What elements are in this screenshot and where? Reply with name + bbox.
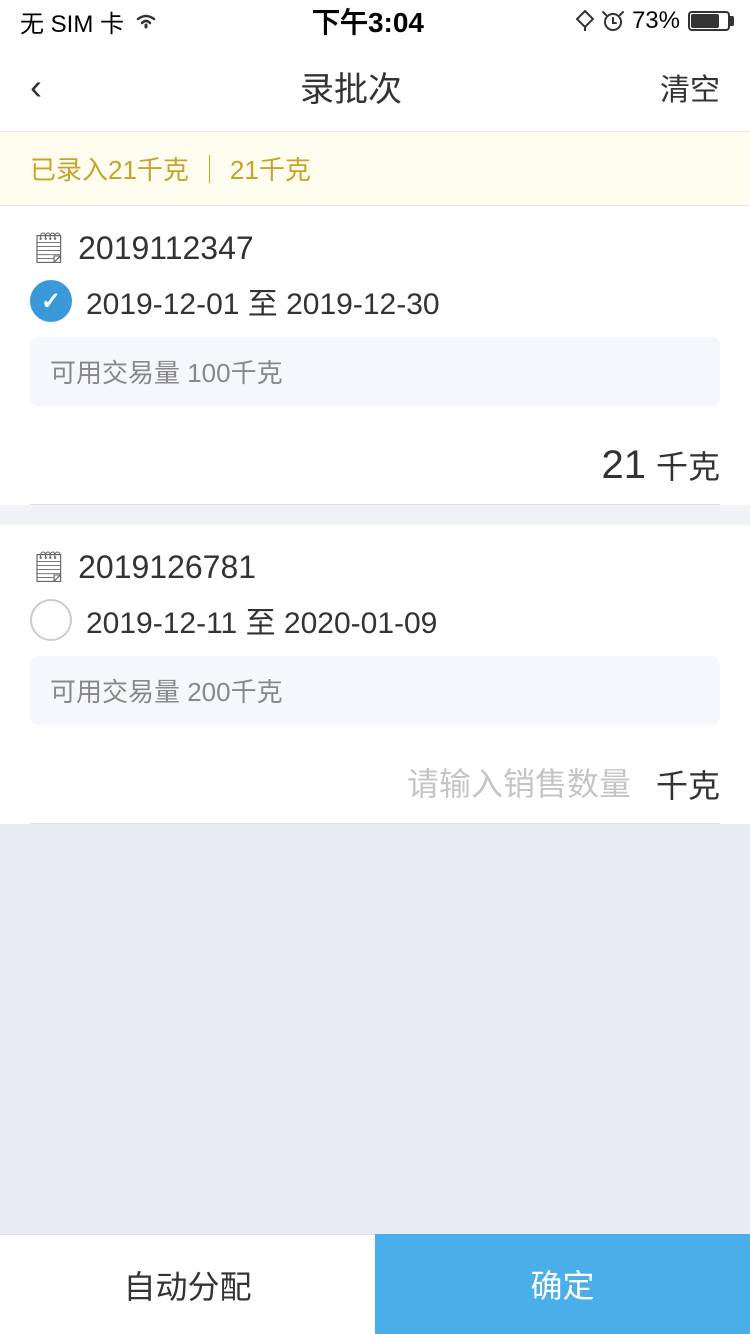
item-1-radio[interactable]: [30, 280, 72, 322]
status-left: 无 SIM 卡: [20, 4, 160, 39]
item-1-quantity-unit: 千克: [656, 442, 720, 488]
card-item-2: 🗒 2019126781 2019-12-11 至 2020-01-09 可用交…: [0, 525, 750, 824]
no-sim-text: 无 SIM 卡: [20, 4, 124, 39]
item-1-id: 2019112347: [78, 230, 254, 267]
auto-distribute-button[interactable]: 自动分配: [0, 1234, 375, 1334]
back-button[interactable]: ‹: [30, 66, 42, 108]
item-2-date-row[interactable]: 2019-12-11 至 2020-01-09: [30, 598, 720, 642]
nav-bar: ‹ 录批次 清空: [0, 42, 750, 132]
recorded-text: 已录入21千克: [30, 150, 189, 187]
info-divider: [209, 155, 210, 183]
item-1-date-row[interactable]: 2019-12-01 至 2019-12-30: [30, 279, 720, 323]
battery-percent: 73%: [632, 7, 680, 35]
wifi-icon: [132, 11, 160, 31]
card-item-1: 🗒 2019112347 2019-12-01 至 2019-12-30 可用交…: [0, 206, 750, 505]
total-text: 21千克: [230, 150, 311, 187]
status-bar: 无 SIM 卡 下午3:04 73%: [0, 0, 750, 42]
item-1-quantity-value: 21: [601, 443, 646, 488]
item-1-header: 🗒 2019112347: [30, 230, 720, 267]
status-time: 下午3:04: [312, 1, 424, 41]
location-icon: [576, 10, 594, 32]
item-2-input-unit: 千克: [656, 761, 720, 807]
item-1-available: 可用交易量 100千克: [30, 337, 720, 406]
item-1-quantity-row: 21 千克: [30, 426, 720, 505]
item-2-quantity-input[interactable]: [226, 766, 646, 803]
item-2-input-row[interactable]: 千克: [30, 745, 720, 824]
item-2-date: 2019-12-11 至 2020-01-09: [86, 598, 437, 642]
item-card-1: 🗒 2019112347 2019-12-01 至 2019-12-30 可用交…: [0, 206, 750, 505]
item-2-available: 可用交易量 200千克: [30, 656, 720, 725]
item-1-id-icon: 🗒: [30, 231, 68, 266]
section-divider-1: [0, 505, 750, 525]
status-right: 73%: [576, 7, 730, 35]
item-2-header: 🗒 2019126781: [30, 549, 720, 586]
item-2-radio[interactable]: [30, 599, 72, 641]
battery-icon: [688, 11, 730, 31]
empty-area: [0, 824, 750, 1244]
item-2-id: 2019126781: [78, 549, 256, 586]
item-1-date: 2019-12-01 至 2019-12-30: [86, 279, 440, 323]
info-bar: 已录入21千克 21千克: [0, 132, 750, 206]
bottom-bar: 自动分配 确定: [0, 1234, 750, 1334]
page-title: 录批次: [300, 62, 402, 111]
item-card-2: 🗒 2019126781 2019-12-11 至 2020-01-09 可用交…: [0, 525, 750, 824]
alarm-icon: [602, 10, 624, 32]
confirm-button[interactable]: 确定: [375, 1234, 750, 1334]
clear-button[interactable]: 清空: [660, 65, 720, 109]
item-2-id-icon: 🗒: [30, 550, 68, 585]
